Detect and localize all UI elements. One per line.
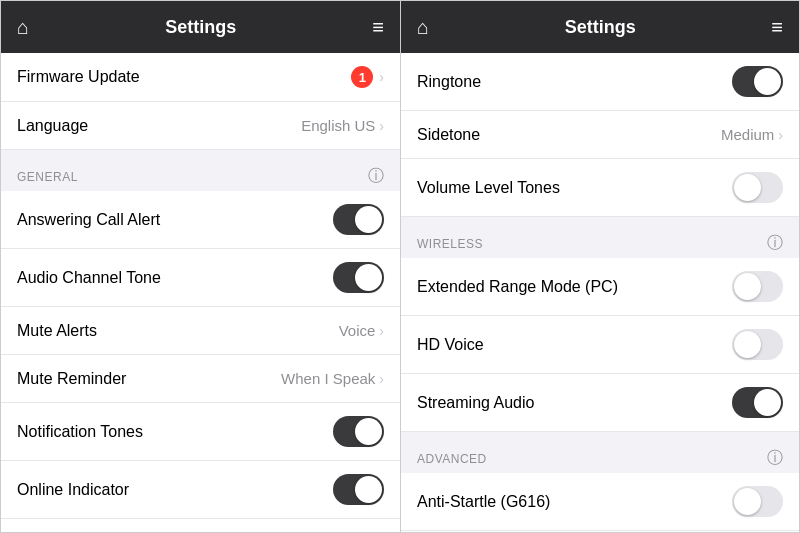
mute-reminder-row[interactable]: Mute Reminder When I Speak ›	[1, 355, 400, 403]
extended-range-mode-row[interactable]: Extended Range Mode (PC)	[401, 258, 799, 316]
mute-alerts-row[interactable]: Mute Alerts Voice ›	[1, 307, 400, 355]
mute-reminder-chevron: ›	[379, 371, 384, 387]
audio-channel-tone-row[interactable]: Audio Channel Tone	[1, 249, 400, 307]
screens-wrapper: ⌂ Settings ≡ Firmware Update 1 › Languag…	[0, 0, 800, 533]
general-info-icon[interactable]: ⓘ	[368, 166, 384, 187]
right-header: ⌂ Settings ≡	[401, 1, 799, 53]
left-menu-icon[interactable]: ≡	[372, 16, 384, 39]
language-label: Language	[17, 117, 88, 135]
audio-channel-tone-toggle[interactable]	[333, 262, 384, 293]
streaming-audio-label: Streaming Audio	[417, 394, 534, 412]
online-indicator-toggle[interactable]	[333, 474, 384, 505]
sidetone-label: Sidetone	[417, 126, 480, 144]
second-incoming-call-row[interactable]: Second Incoming Call Ring once ›	[1, 519, 400, 532]
general-section-header: GENERAL ⓘ	[1, 158, 400, 191]
right-header-title: Settings	[565, 17, 636, 38]
notification-tones-toggle[interactable]	[333, 416, 384, 447]
mute-reminder-value: When I Speak ›	[281, 370, 384, 387]
mute-reminder-label: Mute Reminder	[17, 370, 126, 388]
wireless-label: WIRELESS	[417, 237, 483, 251]
streaming-audio-row[interactable]: Streaming Audio	[401, 374, 799, 432]
sidetone-value: Medium ›	[721, 126, 783, 143]
streaming-audio-toggle[interactable]	[732, 387, 783, 418]
online-indicator-label: Online Indicator	[17, 481, 129, 499]
wireless-section-header: WIRELESS ⓘ	[401, 225, 799, 258]
volume-level-tones-toggle[interactable]	[732, 172, 783, 203]
ringtone-row[interactable]: Ringtone	[401, 53, 799, 111]
notification-tones-row[interactable]: Notification Tones	[1, 403, 400, 461]
hd-voice-label: HD Voice	[417, 336, 484, 354]
language-row[interactable]: Language English US ›	[1, 102, 400, 150]
advanced-label: ADVANCED	[417, 452, 487, 466]
firmware-badge: 1	[351, 66, 373, 88]
hd-voice-row[interactable]: HD Voice	[401, 316, 799, 374]
ringtone-label: Ringtone	[417, 73, 481, 91]
left-content: Firmware Update 1 › Language English US …	[1, 53, 400, 532]
left-header-title: Settings	[165, 17, 236, 38]
sidetone-chevron: ›	[778, 127, 783, 143]
language-value: English US ›	[301, 117, 384, 134]
left-home-icon[interactable]: ⌂	[17, 16, 29, 39]
firmware-chevron: ›	[379, 69, 384, 85]
answering-call-alert-row[interactable]: Answering Call Alert	[1, 191, 400, 249]
notification-tones-label: Notification Tones	[17, 423, 143, 441]
right-home-icon[interactable]: ⌂	[417, 16, 429, 39]
mute-alerts-value: Voice ›	[339, 322, 384, 339]
anti-startle-label: Anti-Startle (G616)	[417, 493, 550, 511]
firmware-update-label: Firmware Update	[17, 68, 140, 86]
extended-range-mode-label: Extended Range Mode (PC)	[417, 278, 618, 296]
anti-startle-row[interactable]: Anti-Startle (G616)	[401, 473, 799, 531]
volume-level-tones-label: Volume Level Tones	[417, 179, 560, 197]
hd-voice-toggle[interactable]	[732, 329, 783, 360]
right-screen: ⌂ Settings ≡ Ringtone Sidetone Medium ›	[400, 0, 800, 533]
extended-range-mode-toggle[interactable]	[732, 271, 783, 302]
answering-call-alert-toggle[interactable]	[333, 204, 384, 235]
sidetone-row[interactable]: Sidetone Medium ›	[401, 111, 799, 159]
audio-channel-tone-label: Audio Channel Tone	[17, 269, 161, 287]
left-header: ⌂ Settings ≡	[1, 1, 400, 53]
answering-call-alert-label: Answering Call Alert	[17, 211, 160, 229]
right-menu-icon[interactable]: ≡	[771, 16, 783, 39]
general-label: GENERAL	[17, 170, 78, 184]
right-content: Ringtone Sidetone Medium › Volume Level …	[401, 53, 799, 532]
wireless-info-icon[interactable]: ⓘ	[767, 233, 783, 254]
language-chevron: ›	[379, 118, 384, 134]
mute-alerts-chevron: ›	[379, 323, 384, 339]
online-indicator-row[interactable]: Online Indicator	[1, 461, 400, 519]
spacer-1	[1, 150, 400, 158]
ringtone-toggle[interactable]	[732, 66, 783, 97]
anti-startle-toggle[interactable]	[732, 486, 783, 517]
noise-exposure-row[interactable]: Noise Exposure Not Limited ›	[401, 531, 799, 532]
spacer-2	[401, 217, 799, 225]
volume-level-tones-row[interactable]: Volume Level Tones	[401, 159, 799, 217]
advanced-info-icon[interactable]: ⓘ	[767, 448, 783, 469]
spacer-3	[401, 432, 799, 440]
firmware-update-row[interactable]: Firmware Update 1 ›	[1, 53, 400, 102]
advanced-section-header: ADVANCED ⓘ	[401, 440, 799, 473]
left-screen: ⌂ Settings ≡ Firmware Update 1 › Languag…	[0, 0, 400, 533]
mute-alerts-label: Mute Alerts	[17, 322, 97, 340]
